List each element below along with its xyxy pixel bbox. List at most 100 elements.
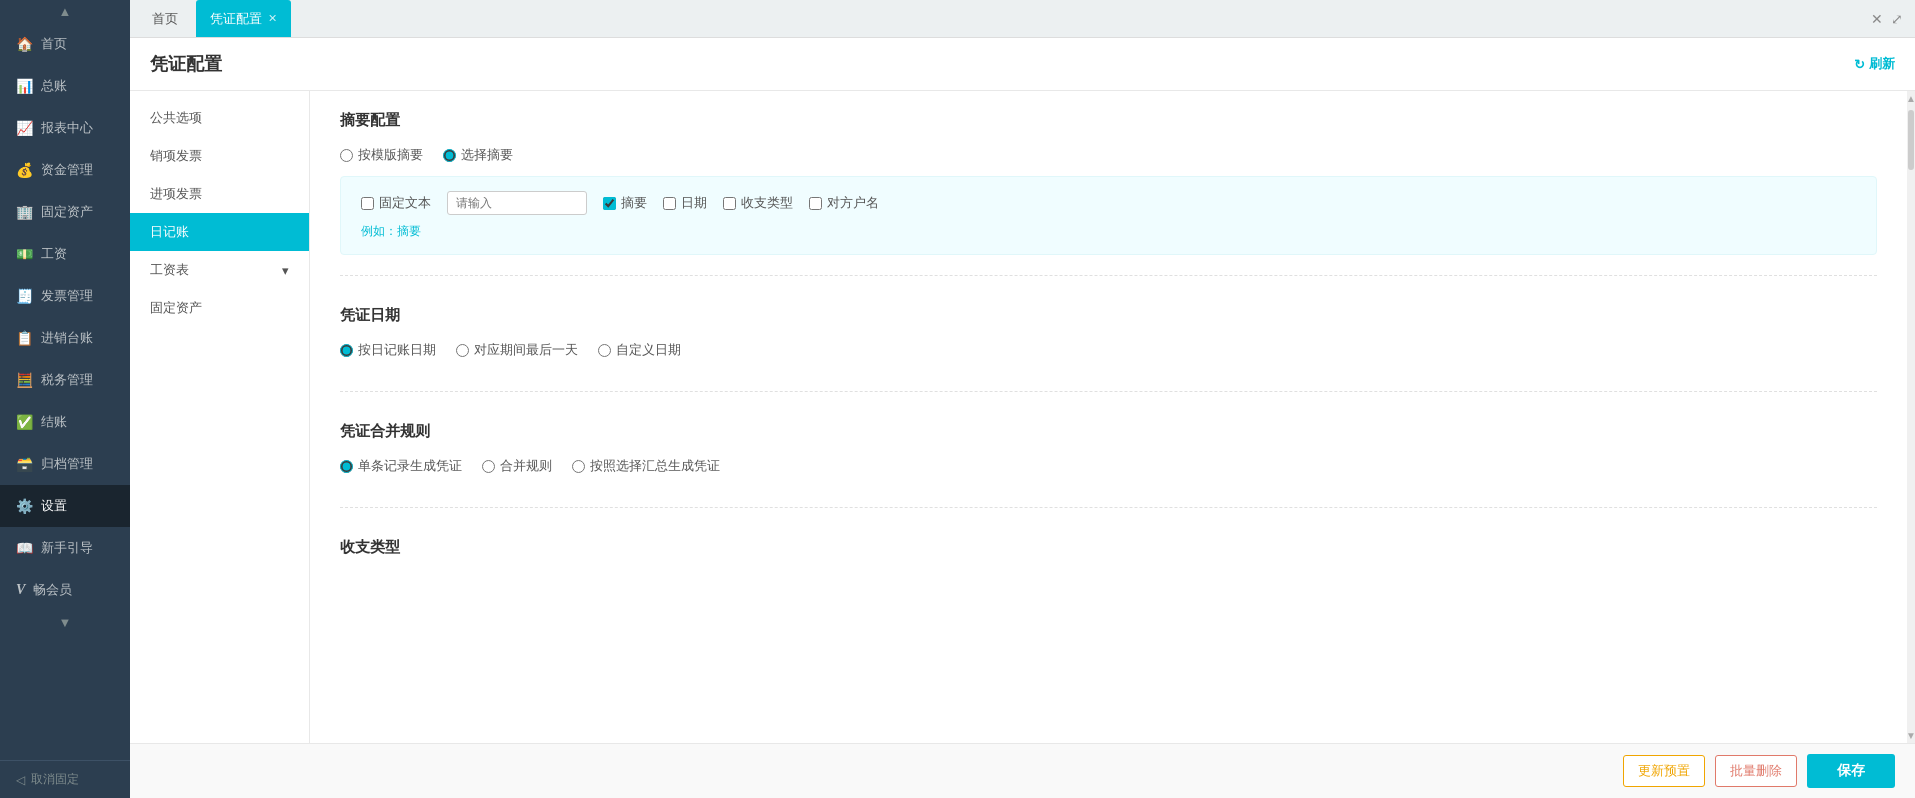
merge-rules-single[interactable]: 单条记录生成凭证 bbox=[340, 457, 462, 475]
scrollbar-thumb[interactable] bbox=[1908, 110, 1914, 170]
voucher-date-custom-label: 自定义日期 bbox=[616, 341, 681, 359]
nav-fixed-assets[interactable]: 固定资产 bbox=[130, 289, 309, 327]
close-button[interactable]: ✕ bbox=[1871, 11, 1883, 27]
sidebar-item-reports[interactable]: 📈 报表中心 bbox=[0, 107, 130, 149]
sidebar-bottom-label: 取消固定 bbox=[31, 771, 79, 788]
sidebar-item-checkout[interactable]: ✅ 结账 bbox=[0, 401, 130, 443]
abstract-radio-select[interactable] bbox=[443, 149, 456, 162]
nav-payroll-label: 工资表 bbox=[150, 261, 189, 279]
voucher-date-journal-label: 按日记账日期 bbox=[358, 341, 436, 359]
abstract-option-template-label: 按模版摘要 bbox=[358, 146, 423, 164]
ledger-icon: 📊 bbox=[16, 78, 33, 94]
assets-icon: 🏢 bbox=[16, 204, 33, 220]
unpin-icon: ◁ bbox=[16, 773, 25, 787]
sidebar-item-label: 固定资产 bbox=[41, 203, 93, 221]
sidebar-scroll-down[interactable]: ▼ bbox=[0, 611, 130, 634]
sidebar-item-archive[interactable]: 🗃️ 归档管理 bbox=[0, 443, 130, 485]
abstract-radio-template[interactable] bbox=[340, 149, 353, 162]
sidebar-item-label: 新手引导 bbox=[41, 539, 93, 557]
checkbox-abstract[interactable]: 摘要 bbox=[603, 194, 647, 212]
nav-purchase-invoice[interactable]: 进项发票 bbox=[130, 175, 309, 213]
merge-rules-single-radio[interactable] bbox=[340, 460, 353, 473]
sidebar-scroll-up[interactable]: ▲ bbox=[0, 0, 130, 23]
nav-journal-label: 日记账 bbox=[150, 224, 189, 239]
sidebar-item-home[interactable]: 🏠 首页 bbox=[0, 23, 130, 65]
right-scrollbar[interactable]: ▲ ▼ bbox=[1907, 91, 1915, 743]
sidebar-item-salary[interactable]: 💵 工资 bbox=[0, 233, 130, 275]
section-voucher-date: 凭证日期 按日记账日期 对应期间最后一天 自定义日期 bbox=[340, 306, 1877, 392]
sidebar-item-invoice[interactable]: 🧾 发票管理 bbox=[0, 275, 130, 317]
settings-icon: ⚙️ bbox=[16, 498, 33, 514]
merge-rules-summary-radio[interactable] bbox=[572, 460, 585, 473]
archive-icon: 🗃️ bbox=[16, 456, 33, 472]
reports-icon: 📈 bbox=[16, 120, 33, 136]
abstract-checkbox-row: 固定文本 摘要 日期 收支类型 bbox=[361, 191, 1856, 215]
checkbox-date-input[interactable] bbox=[663, 197, 676, 210]
nav-public-options[interactable]: 公共选项 bbox=[130, 99, 309, 137]
voucher-date-journal[interactable]: 按日记账日期 bbox=[340, 341, 436, 359]
checkbox-date[interactable]: 日期 bbox=[663, 194, 707, 212]
tab-voucher-config[interactable]: 凭证配置 ✕ bbox=[196, 0, 291, 37]
sidebar-item-label: 报表中心 bbox=[41, 119, 93, 137]
save-button[interactable]: 保存 bbox=[1807, 754, 1895, 788]
sidebar-unpin[interactable]: ◁ 取消固定 bbox=[0, 760, 130, 798]
refresh-button[interactable]: ↻ 刷新 bbox=[1854, 55, 1895, 73]
merge-rules-summary[interactable]: 按照选择汇总生成凭证 bbox=[572, 457, 720, 475]
checkbox-abstract-label: 摘要 bbox=[621, 194, 647, 212]
refresh-icon: ↻ bbox=[1854, 57, 1865, 72]
sidebar-item-vip[interactable]: V 畅会员 bbox=[0, 569, 130, 611]
checkbox-counterpart-name[interactable]: 对方户名 bbox=[809, 194, 879, 212]
checkbox-fixed-text[interactable]: 固定文本 bbox=[361, 194, 431, 212]
funds-icon: 💰 bbox=[16, 162, 33, 178]
sidebar-item-label: 发票管理 bbox=[41, 287, 93, 305]
update-preview-button[interactable]: 更新预置 bbox=[1623, 755, 1705, 787]
sidebar-item-ledger2[interactable]: 📋 进销台账 bbox=[0, 317, 130, 359]
sidebar-item-tax[interactable]: 🧮 税务管理 bbox=[0, 359, 130, 401]
abstract-option-template[interactable]: 按模版摘要 bbox=[340, 146, 423, 164]
tab-close-icon[interactable]: ✕ bbox=[268, 12, 277, 25]
sidebar-item-ledger[interactable]: 📊 总账 bbox=[0, 65, 130, 107]
nav-public-options-label: 公共选项 bbox=[150, 110, 202, 125]
sidebar-item-label: 畅会员 bbox=[33, 581, 72, 599]
checkbox-counterpart-name-input[interactable] bbox=[809, 197, 822, 210]
sidebar-item-funds[interactable]: 💰 资金管理 bbox=[0, 149, 130, 191]
income-expense-title: 收支类型 bbox=[340, 538, 1877, 557]
checkbox-income-type[interactable]: 收支类型 bbox=[723, 194, 793, 212]
voucher-date-journal-radio[interactable] bbox=[340, 344, 353, 357]
merge-rules-merge-label: 合并规则 bbox=[500, 457, 552, 475]
right-content: 摘要配置 按模版摘要 选择摘要 bbox=[310, 91, 1907, 743]
chevron-down-icon: ▾ bbox=[282, 263, 289, 278]
nav-journal[interactable]: 日记账 bbox=[130, 213, 309, 251]
voucher-date-custom-radio[interactable] bbox=[598, 344, 611, 357]
checkbox-fixed-text-input[interactable] bbox=[361, 197, 374, 210]
sidebar-item-settings[interactable]: ⚙️ 设置 bbox=[0, 485, 130, 527]
tab-voucher-config-label: 凭证配置 bbox=[210, 10, 262, 28]
page-title: 凭证配置 bbox=[150, 52, 222, 76]
checkbox-income-type-input[interactable] bbox=[723, 197, 736, 210]
nav-sales-invoice[interactable]: 销项发票 bbox=[130, 137, 309, 175]
voucher-date-custom[interactable]: 自定义日期 bbox=[598, 341, 681, 359]
voucher-date-last-day-radio[interactable] bbox=[456, 344, 469, 357]
salary-icon: 💵 bbox=[16, 246, 33, 262]
voucher-date-last-day[interactable]: 对应期间最后一天 bbox=[456, 341, 578, 359]
sidebar-item-assets[interactable]: 🏢 固定资产 bbox=[0, 191, 130, 233]
merge-rules-merge[interactable]: 合并规则 bbox=[482, 457, 552, 475]
sidebar-item-label: 归档管理 bbox=[41, 455, 93, 473]
batch-delete-button[interactable]: 批量删除 bbox=[1715, 755, 1797, 787]
abstract-config-box: 固定文本 摘要 日期 收支类型 bbox=[340, 176, 1877, 255]
abstract-option-select[interactable]: 选择摘要 bbox=[443, 146, 513, 164]
checkout-icon: ✅ bbox=[16, 414, 33, 430]
voucher-date-title: 凭证日期 bbox=[340, 306, 1877, 325]
resize-button[interactable]: ⤢ bbox=[1891, 11, 1903, 27]
abstract-radio-group: 按模版摘要 选择摘要 bbox=[340, 146, 1877, 164]
merge-rules-radio-group: 单条记录生成凭证 合并规则 按照选择汇总生成凭证 bbox=[340, 457, 1877, 475]
nav-payroll[interactable]: 工资表 ▾ bbox=[130, 251, 309, 289]
voucher-date-radio-group: 按日记账日期 对应期间最后一天 自定义日期 bbox=[340, 341, 1877, 359]
sidebar-item-guide[interactable]: 📖 新手引导 bbox=[0, 527, 130, 569]
voucher-date-last-day-label: 对应期间最后一天 bbox=[474, 341, 578, 359]
fixed-text-input[interactable] bbox=[447, 191, 587, 215]
abstract-config-title: 摘要配置 bbox=[340, 111, 1877, 130]
checkbox-abstract-input[interactable] bbox=[603, 197, 616, 210]
tab-home[interactable]: 首页 bbox=[138, 0, 192, 37]
merge-rules-merge-radio[interactable] bbox=[482, 460, 495, 473]
